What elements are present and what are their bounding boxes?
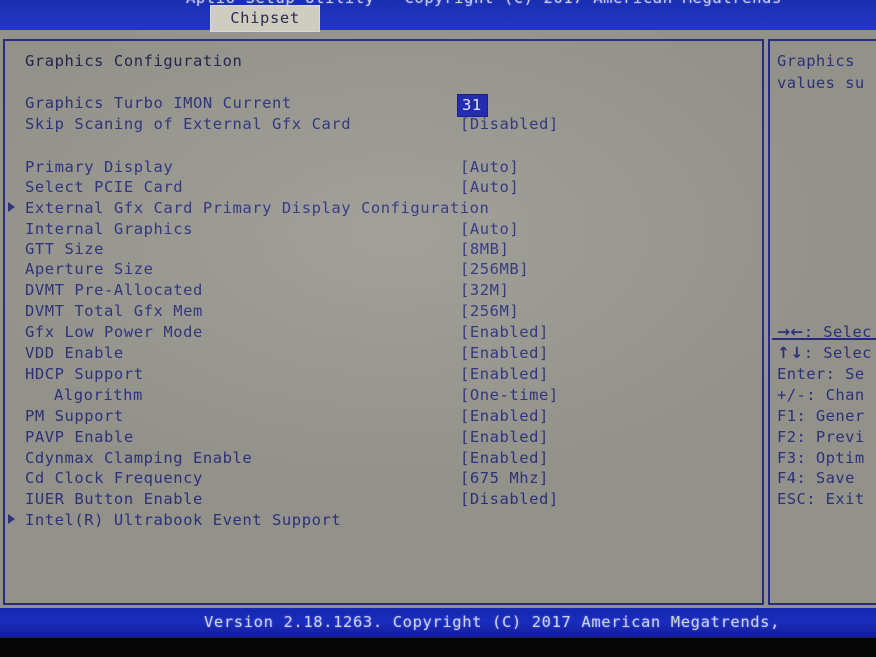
setting-row[interactable]: VDD Enable [Enabled] bbox=[0, 344, 760, 364]
help-key-text: +/-: Chan bbox=[777, 386, 865, 404]
setting-value[interactable]: [Enabled] bbox=[460, 428, 549, 446]
help-key-text: F2: Previ bbox=[777, 428, 865, 446]
help-key-line: F3: Optim bbox=[777, 449, 865, 467]
setting-label: Algorithm bbox=[54, 386, 143, 404]
setting-label: Cdynmax Clamping Enable bbox=[25, 449, 253, 467]
setting-row[interactable]: PM Support [Enabled] bbox=[0, 407, 760, 427]
setting-value[interactable]: [8MB] bbox=[460, 240, 509, 258]
help-description-line-1: Graphics bbox=[777, 52, 855, 70]
setting-row[interactable]: IUER Button Enable [Disabled] bbox=[0, 490, 760, 510]
setting-value-selected[interactable]: 31 bbox=[458, 95, 487, 116]
setting-value[interactable]: [Disabled] bbox=[460, 115, 559, 133]
help-key-text: F3: Optim bbox=[777, 449, 865, 467]
arrow-keys-icon: →← bbox=[777, 323, 804, 341]
setting-label: Primary Display bbox=[25, 158, 174, 176]
setting-value[interactable]: [Enabled] bbox=[460, 449, 549, 467]
setting-label: PAVP Enable bbox=[25, 428, 134, 446]
tab-chipset-label: Chipset bbox=[230, 9, 300, 27]
setting-label: DVMT Pre-Allocated bbox=[25, 281, 203, 299]
help-panel-frame bbox=[768, 39, 876, 605]
section-title: Graphics Configuration bbox=[25, 52, 243, 70]
setting-row[interactable]: Internal Graphics [Auto] bbox=[0, 220, 760, 240]
setting-label: Intel(R) Ultrabook Event Support bbox=[25, 511, 342, 529]
section-heading-row: Graphics Configuration bbox=[0, 52, 760, 72]
settings-list: Graphics Configuration Graphics Turbo IM… bbox=[0, 30, 764, 608]
setting-label: IUER Button Enable bbox=[25, 490, 203, 508]
setting-value[interactable]: [675 Mhz] bbox=[460, 469, 549, 487]
setting-label: External Gfx Card Primary Display Config… bbox=[25, 199, 490, 217]
setting-row[interactable]: External Gfx Card Primary Display Config… bbox=[0, 199, 760, 219]
help-key-line: F2: Previ bbox=[777, 428, 865, 446]
setting-row[interactable]: Graphics Turbo IMON Current 31 bbox=[0, 94, 760, 116]
setting-value[interactable]: [One-time] bbox=[460, 386, 559, 404]
setting-value[interactable]: [Enabled] bbox=[460, 407, 549, 425]
help-description-line-2: values su bbox=[777, 74, 865, 92]
setting-row[interactable]: GTT Size [8MB] bbox=[0, 240, 760, 260]
setting-row[interactable]: DVMT Total Gfx Mem [256M] bbox=[0, 302, 760, 322]
help-key-text: F1: Gener bbox=[777, 407, 865, 425]
setting-value[interactable]: [Auto] bbox=[460, 220, 519, 238]
setting-row[interactable]: Skip Scaning of External Gfx Card [Disabl… bbox=[0, 115, 760, 135]
setting-label: VDD Enable bbox=[25, 344, 124, 362]
setting-label: Graphics Turbo IMON Current bbox=[25, 94, 292, 112]
help-key-text: : Selec bbox=[803, 344, 872, 362]
setting-label: Select PCIE Card bbox=[25, 178, 184, 196]
setting-row[interactable]: Select PCIE Card [Auto] bbox=[0, 178, 760, 198]
help-key-line: F1: Gener bbox=[777, 407, 865, 425]
setting-row[interactable]: HDCP Support [Enabled] bbox=[0, 365, 760, 385]
arrow-keys-icon: ↑↓ bbox=[777, 344, 804, 362]
setting-value[interactable]: [Auto] bbox=[460, 178, 519, 196]
setting-row[interactable]: Intel(R) Ultrabook Event Support bbox=[0, 511, 760, 531]
setting-row[interactable]: Primary Display [Auto] bbox=[0, 158, 760, 178]
setting-label: Aperture Size bbox=[25, 260, 154, 278]
body-area: Graphics Configuration Graphics Turbo IM… bbox=[0, 30, 876, 608]
bios-setup-screen: Aptio Setup Utility - Copyright (C) 2017… bbox=[0, 0, 876, 657]
setting-row[interactable]: PAVP Enable [Enabled] bbox=[0, 428, 760, 448]
setting-row[interactable]: Algorithm [One-time] bbox=[0, 386, 760, 406]
version-text: Version 2.18.1263. Copyright (C) 2017 Am… bbox=[204, 613, 781, 631]
help-key-line: ESC: Exit bbox=[777, 490, 865, 508]
setting-label: Cd Clock Frequency bbox=[25, 469, 203, 487]
setting-row[interactable]: DVMT Pre-Allocated [32M] bbox=[0, 281, 760, 301]
setting-value[interactable]: [32M] bbox=[460, 281, 509, 299]
help-key-line: Enter: Se bbox=[777, 365, 865, 383]
help-key-line: F4: Save bbox=[777, 469, 855, 487]
setting-label: DVMT Total Gfx Mem bbox=[25, 302, 203, 320]
setting-value[interactable]: [256MB] bbox=[460, 260, 529, 278]
setting-row[interactable]: Cdynmax Clamping Enable [Enabled] bbox=[0, 449, 760, 469]
setting-label: Gfx Low Power Mode bbox=[25, 323, 203, 341]
help-key-text: : Selec bbox=[803, 323, 872, 341]
setting-row[interactable]: Gfx Low Power Mode [Enabled] bbox=[0, 323, 760, 343]
version-bar: Version 2.18.1263. Copyright (C) 2017 Am… bbox=[0, 608, 876, 638]
setting-label: PM Support bbox=[25, 407, 124, 425]
title-bar: Aptio Setup Utility - Copyright (C) 2017… bbox=[0, 0, 876, 30]
setting-label: Skip Scaning of External Gfx Card bbox=[25, 115, 352, 133]
setting-value[interactable]: [Enabled] bbox=[460, 323, 549, 341]
setting-value[interactable]: [Disabled] bbox=[460, 490, 559, 508]
tab-chipset[interactable]: Chipset bbox=[210, 5, 320, 32]
help-key-text: Enter: Se bbox=[777, 365, 865, 383]
submenu-arrow-icon bbox=[8, 202, 15, 212]
help-key-line: +/-: Chan bbox=[777, 386, 865, 404]
screen-bezel-bottom bbox=[0, 638, 876, 657]
setting-label: HDCP Support bbox=[25, 365, 144, 383]
help-key-line: ↑↓: Selec bbox=[777, 344, 872, 362]
help-key-line: →←: Selec bbox=[777, 323, 872, 341]
setting-value[interactable]: [256M] bbox=[460, 302, 519, 320]
setting-row[interactable]: Cd Clock Frequency [675 Mhz] bbox=[0, 469, 760, 489]
setting-value[interactable]: [Enabled] bbox=[460, 365, 549, 383]
help-key-text: ESC: Exit bbox=[777, 490, 865, 508]
submenu-arrow-icon bbox=[8, 514, 15, 524]
setting-row[interactable]: Aperture Size [256MB] bbox=[0, 260, 760, 280]
help-key-text: F4: Save bbox=[777, 469, 855, 487]
setting-value[interactable]: [Enabled] bbox=[460, 344, 549, 362]
setting-value[interactable]: [Auto] bbox=[460, 158, 519, 176]
setting-label: Internal Graphics bbox=[25, 220, 193, 238]
setting-label: GTT Size bbox=[25, 240, 105, 258]
